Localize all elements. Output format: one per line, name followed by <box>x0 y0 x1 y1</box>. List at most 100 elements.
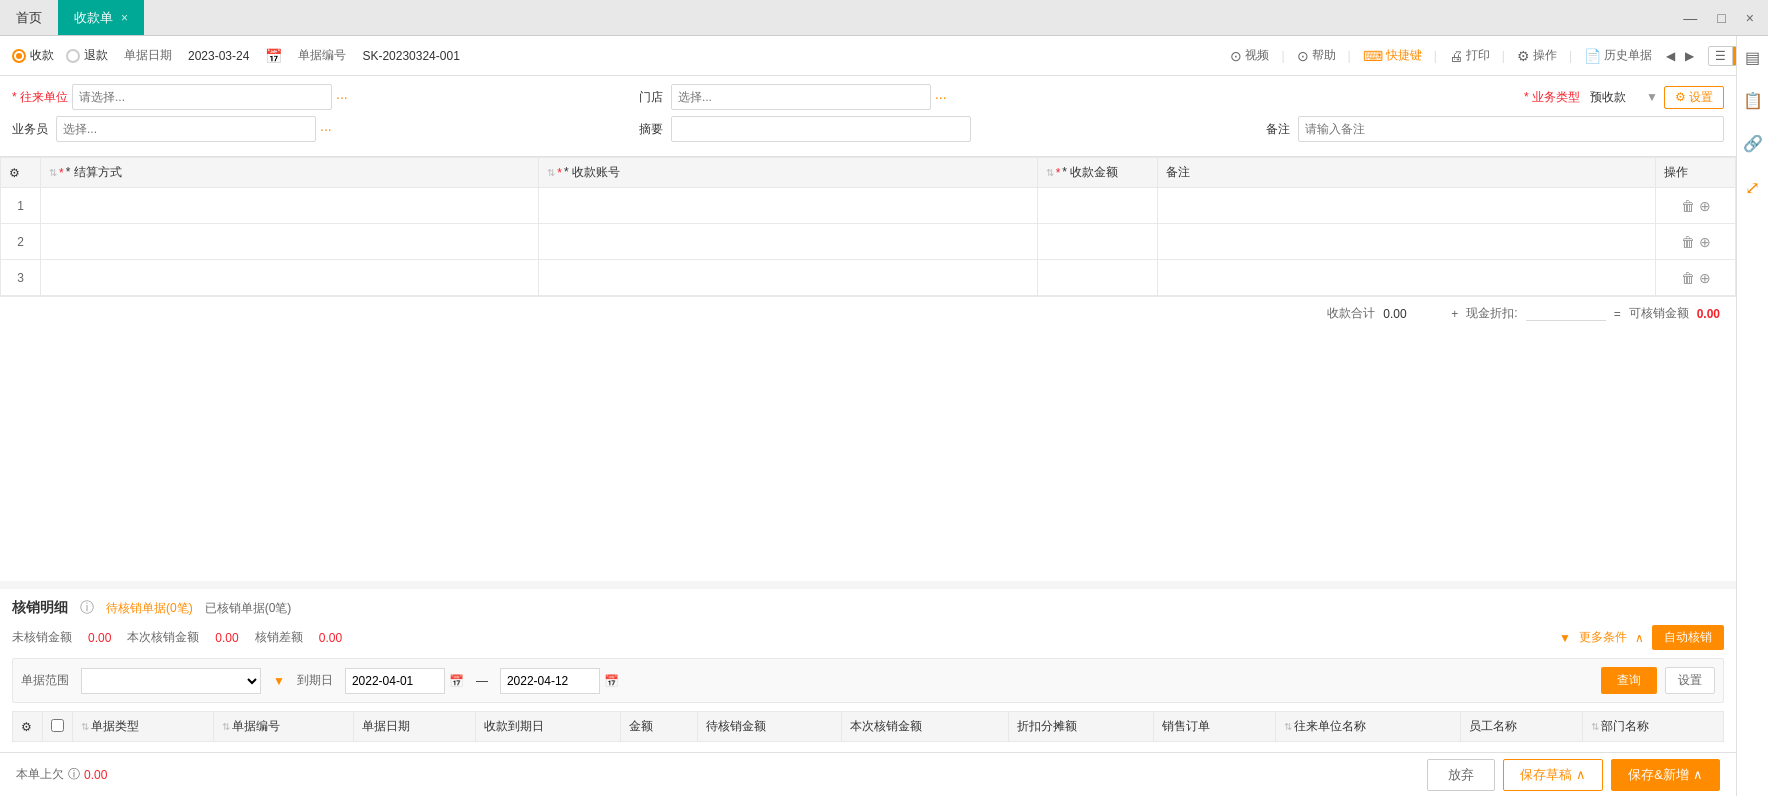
calendar-icon[interactable]: 📅 <box>265 48 282 64</box>
shortcut-label: 快捷键 <box>1386 47 1422 64</box>
row-amount-1[interactable] <box>1037 188 1157 224</box>
tab-pending[interactable]: 待核销单据(0笔) <box>106 600 193 617</box>
next-arrow[interactable]: ▶ <box>1681 47 1698 65</box>
row-account-1[interactable] <box>539 188 1037 224</box>
chevron-up-icon[interactable]: ∧ <box>1635 631 1644 645</box>
settlement-input-1[interactable] <box>41 188 538 223</box>
summary-input[interactable] <box>671 116 971 142</box>
counterpart-input[interactable] <box>72 84 332 110</box>
row-note-3[interactable] <box>1157 260 1655 296</box>
settlement-input-3[interactable] <box>41 260 538 295</box>
print-btn[interactable]: 🖨 打印 <box>1449 47 1490 64</box>
filter-settings-btn[interactable]: 设置 <box>1665 667 1715 694</box>
row-action-1: 🗑 ⊕ <box>1656 188 1736 224</box>
summary-label: 摘要 <box>639 121 663 138</box>
row-settlement-3[interactable] <box>41 260 539 296</box>
tab-done[interactable]: 已核销单据(0笔) <box>205 600 292 617</box>
date-to-input[interactable] <box>500 668 600 694</box>
save-draft-chevron: ∧ <box>1576 767 1586 782</box>
radio-receipt[interactable]: 收款 <box>12 47 54 64</box>
tab-home[interactable]: 首页 <box>0 0 58 35</box>
note-input-3[interactable] <box>1158 260 1655 295</box>
amount-input-3[interactable] <box>1038 260 1157 295</box>
filter-range-dropdown[interactable]: ▼ <box>273 674 285 688</box>
salesperson-input[interactable] <box>56 116 316 142</box>
delete-icon-2[interactable]: 🗑 <box>1681 234 1695 250</box>
store-more-btn[interactable]: ··· <box>931 89 951 105</box>
more-conditions[interactable]: 更多条件 <box>1579 629 1627 646</box>
discount-input[interactable] <box>1526 306 1606 321</box>
business-type-dropdown[interactable]: ▼ <box>1646 90 1658 104</box>
radio-refund[interactable]: 退款 <box>66 47 108 64</box>
row-note-2[interactable] <box>1157 224 1655 260</box>
note-field: 备注 <box>1250 116 1724 142</box>
row-settlement-1[interactable] <box>41 188 539 224</box>
shortcut-btn[interactable]: ⌨ 快捷键 <box>1363 47 1422 64</box>
settlement-input-2[interactable] <box>41 224 538 259</box>
bottom-info-icon[interactable]: ⓘ <box>68 766 80 783</box>
table-gear-icon[interactable]: ⚙ <box>9 166 20 180</box>
calendar-to-icon[interactable]: 📅 <box>604 674 619 688</box>
copy-icon-1[interactable]: ⊕ <box>1699 198 1711 214</box>
row-account-2[interactable] <box>539 224 1037 260</box>
account-input-2[interactable] <box>539 224 1036 259</box>
help-label: 帮助 <box>1312 47 1336 64</box>
sidebar-expand-icon[interactable]: ⤢ <box>1741 173 1764 203</box>
amount-input-1[interactable] <box>1038 188 1157 223</box>
save-new-btn[interactable]: 保存&新增 ∧ <box>1611 759 1720 791</box>
auto-cancel-btn[interactable]: 自动核销 <box>1652 625 1724 650</box>
th-checkbox <box>43 712 73 742</box>
minimize-btn[interactable]: — <box>1677 8 1703 28</box>
note-input-1[interactable] <box>1158 188 1655 223</box>
row-settlement-2[interactable] <box>41 224 539 260</box>
query-btn[interactable]: 查询 <box>1601 667 1657 694</box>
sidebar-note-icon[interactable]: 📋 <box>1739 87 1767 114</box>
copy-icon-3[interactable]: ⊕ <box>1699 270 1711 286</box>
th-settings[interactable]: ⚙ <box>1 158 41 188</box>
table2-gear-icon[interactable]: ⚙ <box>21 720 32 734</box>
tab-current[interactable]: 收款单 × <box>58 0 144 35</box>
row-amount-2[interactable] <box>1037 224 1157 260</box>
shortcut-icon: ⌨ <box>1363 48 1383 64</box>
th-type-label: 单据类型 <box>91 718 139 735</box>
th-employee-label: 员工名称 <box>1469 719 1517 733</box>
history-btn[interactable]: 📄 历史单据 <box>1584 47 1652 64</box>
date-from-input[interactable] <box>345 668 445 694</box>
note-input-2[interactable] <box>1158 224 1655 259</box>
note-input[interactable] <box>1298 116 1724 142</box>
store-input[interactable] <box>671 84 931 110</box>
account-input-1[interactable] <box>539 188 1036 223</box>
salesperson-more-btn[interactable]: ··· <box>316 121 336 137</box>
filter-icon[interactable]: ▼ <box>1559 631 1571 645</box>
th-amount-label: * 收款金额 <box>1062 164 1118 181</box>
row-account-3[interactable] <box>539 260 1037 296</box>
tab-close-btn[interactable]: × <box>121 11 128 25</box>
abandon-btn[interactable]: 放弃 <box>1427 759 1495 791</box>
prev-arrow[interactable]: ◀ <box>1662 47 1679 65</box>
video-btn[interactable]: ⊙ 视频 <box>1230 47 1269 64</box>
sidebar-attachment-icon[interactable]: 🔗 <box>1739 130 1767 157</box>
close-btn[interactable]: × <box>1740 8 1760 28</box>
filter-range-select[interactable] <box>81 668 261 694</box>
help-btn[interactable]: ⊙ 帮助 <box>1297 47 1336 64</box>
history-label: 历史单据 <box>1604 47 1652 64</box>
row-note-1[interactable] <box>1157 188 1655 224</box>
th-settings-2[interactable]: ⚙ <box>13 712 43 742</box>
copy-icon-2[interactable]: ⊕ <box>1699 234 1711 250</box>
delete-icon-1[interactable]: 🗑 <box>1681 198 1695 214</box>
operation-btn[interactable]: ⚙ 操作 <box>1517 47 1557 64</box>
salesperson-field: 业务员 ··· <box>12 116 623 142</box>
maximize-btn[interactable]: □ <box>1711 8 1731 28</box>
list-view-btn[interactable]: ☰ <box>1709 47 1733 65</box>
save-draft-btn[interactable]: 保存草稿 ∧ <box>1503 759 1603 791</box>
account-input-3[interactable] <box>539 260 1036 295</box>
discount-label: 现金折扣: <box>1466 305 1517 322</box>
verify-info-icon[interactable]: ⓘ <box>80 599 94 617</box>
calendar-from-icon[interactable]: 📅 <box>449 674 464 688</box>
settings-btn[interactable]: ⚙ 设置 <box>1664 86 1724 109</box>
select-all-checkbox[interactable] <box>51 719 64 732</box>
delete-icon-3[interactable]: 🗑 <box>1681 270 1695 286</box>
row-amount-3[interactable] <box>1037 260 1157 296</box>
counterpart-more-btn[interactable]: ··· <box>332 89 352 105</box>
amount-input-2[interactable] <box>1038 224 1157 259</box>
